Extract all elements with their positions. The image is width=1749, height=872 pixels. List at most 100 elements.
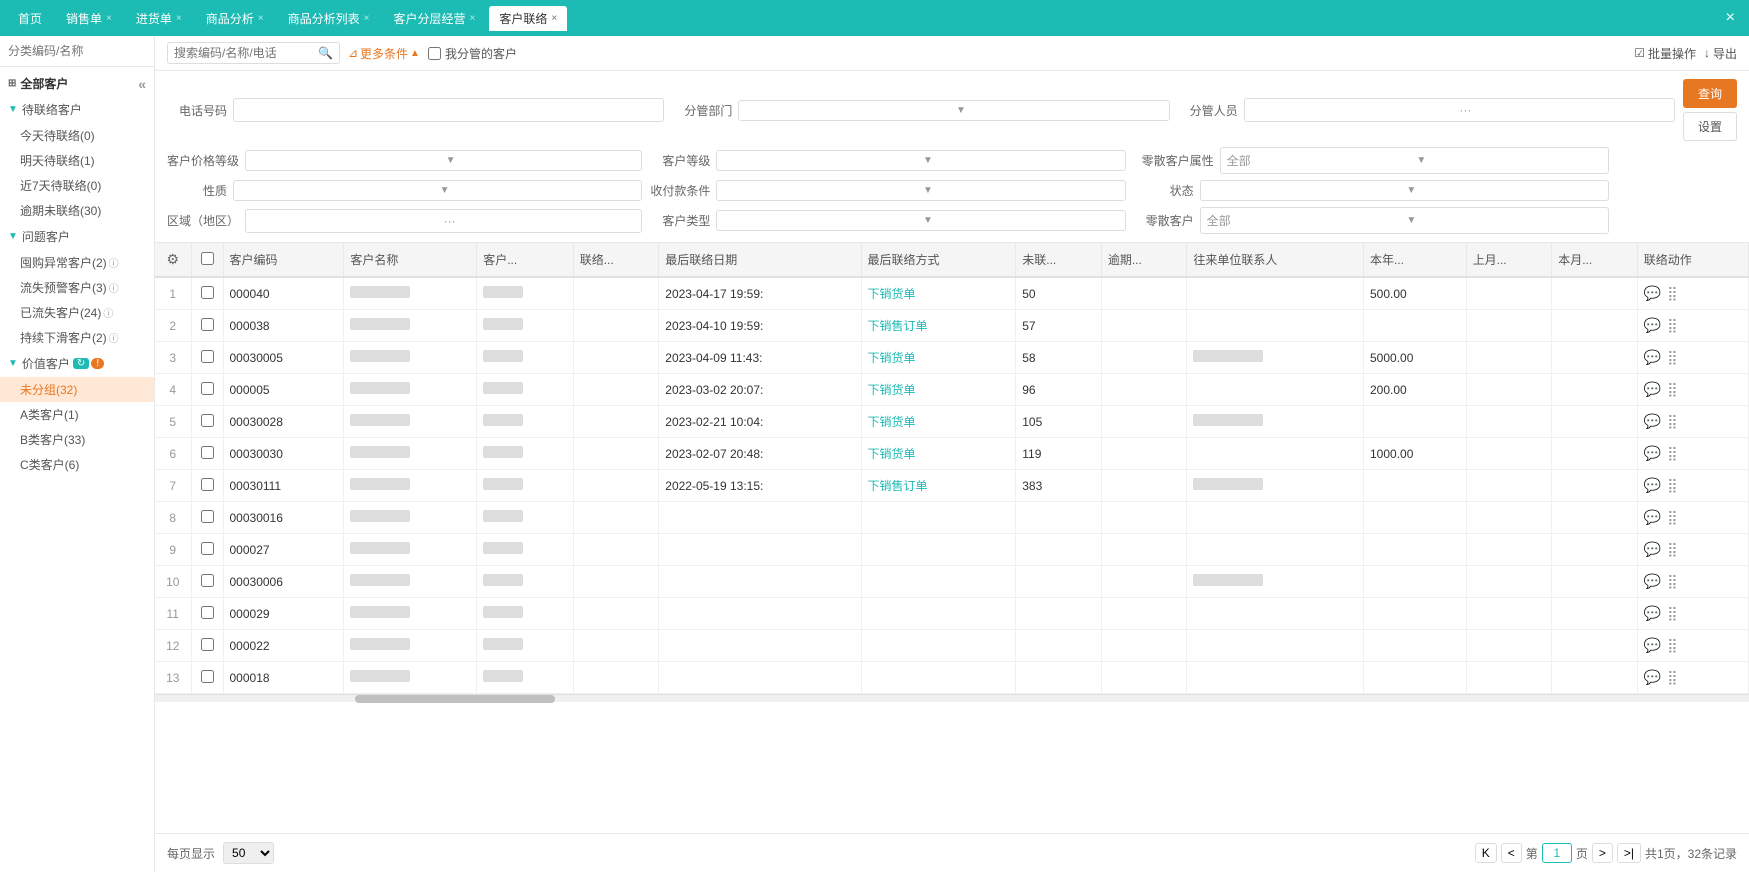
contact-method-link[interactable]: 下销货单 bbox=[868, 287, 916, 301]
more-icon[interactable]: ⣿ bbox=[1667, 285, 1677, 302]
tab-purchase[interactable]: 进货单 × bbox=[126, 6, 192, 31]
next-page-btn[interactable]: > bbox=[1592, 843, 1613, 863]
row-select-checkbox[interactable] bbox=[201, 670, 214, 683]
close-customer-contact-tab[interactable]: × bbox=[551, 13, 557, 24]
sidebar-item-overdue-uncontacted[interactable]: 逾期未联络(30) bbox=[0, 198, 154, 223]
chat-icon[interactable]: 💬 bbox=[1644, 573, 1661, 590]
chat-icon[interactable]: 💬 bbox=[1644, 477, 1661, 494]
close-all-button[interactable]: × bbox=[1720, 7, 1741, 29]
more-icon[interactable]: ⣿ bbox=[1667, 477, 1677, 494]
tab-sales[interactable]: 销售单 × bbox=[56, 6, 122, 31]
my-customers-checkbox[interactable] bbox=[428, 47, 441, 60]
sidebar-item-7days-pending[interactable]: 近7天待联络(0) bbox=[0, 173, 154, 198]
column-settings-btn[interactable]: ⚙ bbox=[166, 251, 179, 267]
row-select-checkbox[interactable] bbox=[201, 478, 214, 491]
contact-method-link[interactable]: 下销售订单 bbox=[868, 319, 928, 333]
filter-search-icon[interactable]: 🔍 bbox=[318, 46, 333, 60]
contact-method-link[interactable]: 下销货单 bbox=[868, 447, 916, 461]
all-customers-header[interactable]: ⊞ 全部客户 « bbox=[0, 67, 154, 96]
sidebar-item-churn-warning[interactable]: 流失预警客户(3) ⓘ bbox=[0, 275, 154, 300]
region-select[interactable]: ··· bbox=[245, 209, 642, 233]
sidebar-item-churned[interactable]: 已流失客户(24) ⓘ bbox=[0, 300, 154, 325]
row-select-checkbox[interactable] bbox=[201, 286, 214, 299]
query-button[interactable]: 查询 bbox=[1683, 79, 1737, 108]
filter-search-input[interactable] bbox=[174, 46, 314, 60]
price-level-select[interactable]: ▼ bbox=[245, 150, 642, 171]
contact-method-link[interactable]: 下销货单 bbox=[868, 351, 916, 365]
chat-icon[interactable]: 💬 bbox=[1644, 413, 1661, 430]
nature-select[interactable]: ▼ bbox=[233, 180, 642, 201]
more-icon[interactable]: ⣿ bbox=[1667, 381, 1677, 398]
row-select-checkbox[interactable] bbox=[201, 414, 214, 427]
status-select[interactable]: ▼ bbox=[1200, 180, 1609, 201]
chat-icon[interactable]: 💬 bbox=[1644, 605, 1661, 622]
sidebar-item-declining[interactable]: 持续下滑客户(2) ⓘ bbox=[0, 325, 154, 350]
customer-type-select[interactable]: ▼ bbox=[716, 210, 1125, 231]
tab-home[interactable]: 首页 bbox=[8, 6, 52, 31]
more-icon[interactable]: ⣿ bbox=[1667, 445, 1677, 462]
chat-icon[interactable]: 💬 bbox=[1644, 509, 1661, 526]
more-icon[interactable]: ⣿ bbox=[1667, 637, 1677, 654]
more-icon[interactable]: ⣿ bbox=[1667, 669, 1677, 686]
scroll-thumb[interactable] bbox=[355, 695, 555, 703]
more-icon[interactable]: ⣿ bbox=[1667, 349, 1677, 366]
manager-select[interactable]: ··· bbox=[1244, 98, 1675, 122]
reset-button[interactable]: 设置 bbox=[1683, 112, 1737, 141]
sidebar-item-class-a[interactable]: A类客户(1) bbox=[0, 402, 154, 427]
close-analysis-tab[interactable]: × bbox=[258, 13, 264, 24]
chat-icon[interactable]: 💬 bbox=[1644, 445, 1661, 462]
sidebar-item-today-pending[interactable]: 今天待联络(0) bbox=[0, 123, 154, 148]
batch-ops-btn[interactable]: ☑ 批量操作 bbox=[1634, 45, 1696, 62]
row-select-checkbox[interactable] bbox=[201, 382, 214, 395]
sidebar-item-class-c[interactable]: C类客户(6) bbox=[0, 452, 154, 477]
sidebar-item-abnormal[interactable]: 囤购异常客户(2) ⓘ bbox=[0, 250, 154, 275]
contact-method-link[interactable]: 下销货单 bbox=[868, 383, 916, 397]
sidebar-item-tomorrow-pending[interactable]: 明天待联络(1) bbox=[0, 148, 154, 173]
per-page-select[interactable]: 50 10 20 100 bbox=[223, 842, 274, 864]
more-icon[interactable]: ⣿ bbox=[1667, 605, 1677, 622]
more-icon[interactable]: ⣿ bbox=[1667, 509, 1677, 526]
scatter-attr-select[interactable]: 全部 ▼ bbox=[1220, 147, 1609, 174]
chat-icon[interactable]: 💬 bbox=[1644, 669, 1661, 686]
last-page-btn[interactable]: >| bbox=[1617, 843, 1641, 863]
row-select-checkbox[interactable] bbox=[201, 606, 214, 619]
more-conditions-btn[interactable]: ⊿ 更多条件 ▲ bbox=[348, 45, 420, 62]
chat-icon[interactable]: 💬 bbox=[1644, 381, 1661, 398]
tab-customer-segment[interactable]: 客户分层经营 × bbox=[383, 6, 485, 31]
close-customer-segment-tab[interactable]: × bbox=[469, 13, 475, 24]
row-select-checkbox[interactable] bbox=[201, 574, 214, 587]
select-all-checkbox[interactable] bbox=[201, 252, 214, 265]
chat-icon[interactable]: 💬 bbox=[1644, 541, 1661, 558]
row-select-checkbox[interactable] bbox=[201, 446, 214, 459]
export-btn[interactable]: ↓ 导出 bbox=[1704, 45, 1737, 62]
horizontal-scrollbar[interactable] bbox=[155, 694, 1749, 702]
tab-customer-contact[interactable]: 客户联络 × bbox=[489, 6, 567, 31]
phone-input[interactable] bbox=[233, 98, 664, 122]
tab-analysis-list[interactable]: 商品分析列表 × bbox=[278, 6, 380, 31]
contact-method-link[interactable]: 下销售订单 bbox=[868, 479, 928, 493]
close-analysis-list-tab[interactable]: × bbox=[364, 13, 370, 24]
row-select-checkbox[interactable] bbox=[201, 638, 214, 651]
more-icon[interactable]: ⣿ bbox=[1667, 573, 1677, 590]
my-customers-filter[interactable]: 我分管的客户 bbox=[428, 45, 517, 62]
sidebar-collapse-btn[interactable]: « bbox=[138, 76, 146, 92]
row-select-checkbox[interactable] bbox=[201, 318, 214, 331]
chat-icon[interactable]: 💬 bbox=[1644, 317, 1661, 334]
sidebar-item-class-b[interactable]: B类客户(33) bbox=[0, 427, 154, 452]
row-select-checkbox[interactable] bbox=[201, 350, 214, 363]
prev-page-btn[interactable]: < bbox=[1501, 843, 1522, 863]
chat-icon[interactable]: 💬 bbox=[1644, 637, 1661, 654]
page-input[interactable] bbox=[1542, 843, 1572, 863]
tab-analysis[interactable]: 商品分析 × bbox=[196, 6, 274, 31]
more-icon[interactable]: ⣿ bbox=[1667, 413, 1677, 430]
contact-method-link[interactable]: 下销货单 bbox=[868, 415, 916, 429]
row-select-checkbox[interactable] bbox=[201, 510, 214, 523]
sidebar-group-value[interactable]: ▼ 价值客户 ↻ ! bbox=[0, 350, 154, 377]
close-purchase-tab[interactable]: × bbox=[176, 13, 182, 24]
chat-icon[interactable]: 💬 bbox=[1644, 285, 1661, 302]
close-sales-tab[interactable]: × bbox=[106, 13, 112, 24]
more-icon[interactable]: ⣿ bbox=[1667, 317, 1677, 334]
scatter-customer-select[interactable]: 全部 ▼ bbox=[1200, 207, 1609, 234]
sidebar-search-input[interactable] bbox=[8, 44, 155, 58]
chat-icon[interactable]: 💬 bbox=[1644, 349, 1661, 366]
